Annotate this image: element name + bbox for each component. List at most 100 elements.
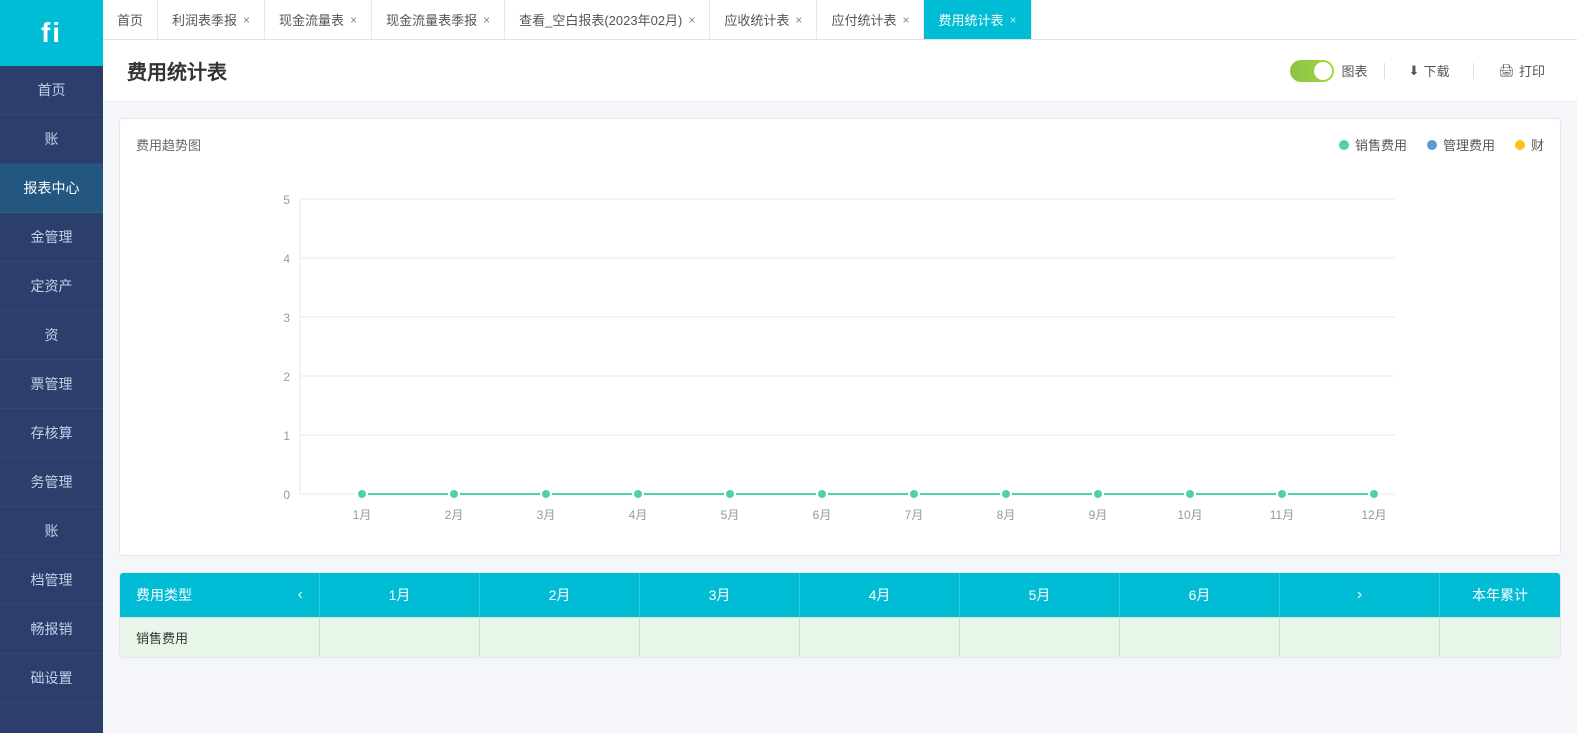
sidebar-item-fixed-assets[interactable]: 定资产 <box>0 262 103 311</box>
table-row-sales: 销售费用 <box>120 617 1560 657</box>
sidebar-item-finance[interactable]: 金管理 <box>0 213 103 262</box>
tab-cashflow-quarter[interactable]: 现金流量表季报 × <box>372 0 505 40</box>
svg-text:6月: 6月 <box>813 508 832 522</box>
page-title: 费用统计表 <box>127 56 227 85</box>
svg-text:1月: 1月 <box>353 508 372 522</box>
th-jan: 1月 <box>320 573 480 617</box>
svg-text:2: 2 <box>283 370 290 384</box>
sidebar: fi 首页 账 报表中心 金管理 定资产 资 票管理 存核算 务管理 账 档管理… <box>0 0 103 733</box>
td-sales-jan <box>320 618 480 658</box>
main-area: 首页 利润表季报 × 现金流量表 × 现金流量表季报 × 查看_空白报表(202… <box>103 0 1577 733</box>
svg-text:5月: 5月 <box>721 508 740 522</box>
svg-text:10月: 10月 <box>1177 508 1202 522</box>
th-ytd: 本年累计 <box>1440 573 1560 617</box>
legend-dot-finance <box>1515 140 1525 150</box>
legend-manage: 管理费用 <box>1427 135 1495 154</box>
legend-label-finance: 财 <box>1531 135 1544 154</box>
tab-close-profit-quarter[interactable]: × <box>243 13 250 27</box>
svg-text:7月: 7月 <box>905 508 924 522</box>
page-header: 费用统计表 图表 ⬇ 下载 🖨 打印 <box>103 40 1577 102</box>
print-button[interactable]: 🖨 打印 <box>1490 57 1553 84</box>
svg-text:4月: 4月 <box>629 508 648 522</box>
td-sales-nav <box>1280 618 1440 658</box>
td-sales-feb <box>480 618 640 658</box>
tab-close-payable[interactable]: × <box>902 13 909 27</box>
th-next-months: › <box>1280 573 1440 617</box>
svg-text:4: 4 <box>283 252 290 266</box>
download-icon: ⬇ <box>1409 63 1420 79</box>
td-sales-apr <box>800 618 960 658</box>
svg-text:3: 3 <box>283 311 290 325</box>
sidebar-item-home[interactable]: 首页 <box>0 66 103 115</box>
print-icon: 🖨 <box>1498 63 1515 79</box>
th-feb: 2月 <box>480 573 640 617</box>
chart-title: 费用趋势图 <box>136 135 201 154</box>
download-button[interactable]: ⬇ 下载 <box>1401 57 1458 84</box>
legend-dot-sales <box>1339 140 1349 150</box>
th-may: 5月 <box>960 573 1120 617</box>
sidebar-item-document[interactable]: 档管理 <box>0 556 103 605</box>
page-content: 费用统计表 图表 ⬇ 下载 🖨 打印 费用 <box>103 40 1577 733</box>
tab-bar: 首页 利润表季报 × 现金流量表 × 现金流量表季报 × 查看_空白报表(202… <box>103 0 1577 40</box>
tab-blank-report[interactable]: 查看_空白报表(2023年02月) × <box>505 0 710 40</box>
svg-text:11月: 11月 <box>1270 508 1294 522</box>
next-months-button[interactable]: › <box>1357 586 1362 604</box>
tab-home[interactable]: 首页 <box>103 0 158 40</box>
tab-cashflow[interactable]: 现金流量表 × <box>265 0 372 40</box>
tab-profit-quarter[interactable]: 利润表季报 × <box>158 0 265 40</box>
td-sales-jun <box>1120 618 1280 658</box>
tab-close-expense-table[interactable]: × <box>1009 13 1016 27</box>
sidebar-item-asset[interactable]: 资 <box>0 311 103 360</box>
sidebar-item-inventory[interactable]: 存核算 <box>0 409 103 458</box>
tab-close-blank-report[interactable]: × <box>688 13 695 27</box>
sidebar-item-ticket[interactable]: 票管理 <box>0 360 103 409</box>
svg-text:9月: 9月 <box>1089 508 1108 522</box>
td-sales-mar <box>640 618 800 658</box>
svg-text:0: 0 <box>283 488 290 502</box>
th-apr: 4月 <box>800 573 960 617</box>
sidebar-item-affairs[interactable]: 务管理 <box>0 458 103 507</box>
sidebar-item-account[interactable]: 账 <box>0 115 103 164</box>
th-jun: 6月 <box>1120 573 1280 617</box>
tab-payable[interactable]: 应付统计表 × <box>817 0 924 40</box>
sidebar-item-report-center[interactable]: 报表中心 <box>0 164 103 213</box>
td-type-sales: 销售费用 <box>120 618 320 658</box>
tab-close-cashflow[interactable]: × <box>350 13 357 27</box>
chart-container: 0 1 2 3 4 5 1月 2月 <box>136 164 1544 539</box>
svg-text:1: 1 <box>283 429 290 443</box>
tab-expense-table[interactable]: 费用统计表 × <box>924 0 1031 40</box>
legend-label-sales: 销售费用 <box>1355 135 1407 154</box>
divider-1 <box>1384 63 1385 79</box>
prev-months-button[interactable]: ‹ <box>298 586 303 604</box>
svg-text:8月: 8月 <box>997 508 1016 522</box>
legend-sales: 销售费用 <box>1339 135 1407 154</box>
chart-header: 费用趋势图 销售费用 管理费用 财 <box>136 135 1544 154</box>
chart-toggle-label: 图表 <box>1342 61 1368 80</box>
td-sales-may <box>960 618 1120 658</box>
th-mar: 3月 <box>640 573 800 617</box>
expense-table: 费用类型 ‹ 1月 2月 3月 4月 5月 <box>119 572 1561 658</box>
th-type: 费用类型 ‹ <box>120 573 320 617</box>
chart-toggle-switch[interactable] <box>1290 60 1334 82</box>
tab-receivable[interactable]: 应收统计表 × <box>710 0 817 40</box>
header-actions: 图表 ⬇ 下载 🖨 打印 <box>1290 57 1553 84</box>
td-sales-ytd <box>1440 618 1560 658</box>
tab-close-cashflow-quarter[interactable]: × <box>483 13 490 27</box>
svg-text:12月: 12月 <box>1361 508 1386 522</box>
table-header-row: 费用类型 ‹ 1月 2月 3月 4月 5月 <box>120 573 1560 617</box>
sidebar-item-expense[interactable]: 畅报销 <box>0 605 103 654</box>
legend-dot-manage <box>1427 140 1437 150</box>
tab-close-receivable[interactable]: × <box>795 13 802 27</box>
trend-chart: 0 1 2 3 4 5 1月 2月 <box>136 164 1544 534</box>
legend-finance: 财 <box>1515 135 1544 154</box>
legend-label-manage: 管理费用 <box>1443 135 1495 154</box>
chart-legend: 销售费用 管理费用 财 <box>1339 135 1544 154</box>
svg-text:5: 5 <box>283 193 290 207</box>
svg-text:2月: 2月 <box>445 508 464 522</box>
sidebar-item-settings[interactable]: 础设置 <box>0 654 103 703</box>
chart-toggle-group: 图表 <box>1290 60 1368 82</box>
sidebar-item-ledger[interactable]: 账 <box>0 507 103 556</box>
chart-section: 费用趋势图 销售费用 管理费用 财 <box>119 118 1561 556</box>
svg-text:3月: 3月 <box>537 508 556 522</box>
divider-2 <box>1473 63 1474 79</box>
